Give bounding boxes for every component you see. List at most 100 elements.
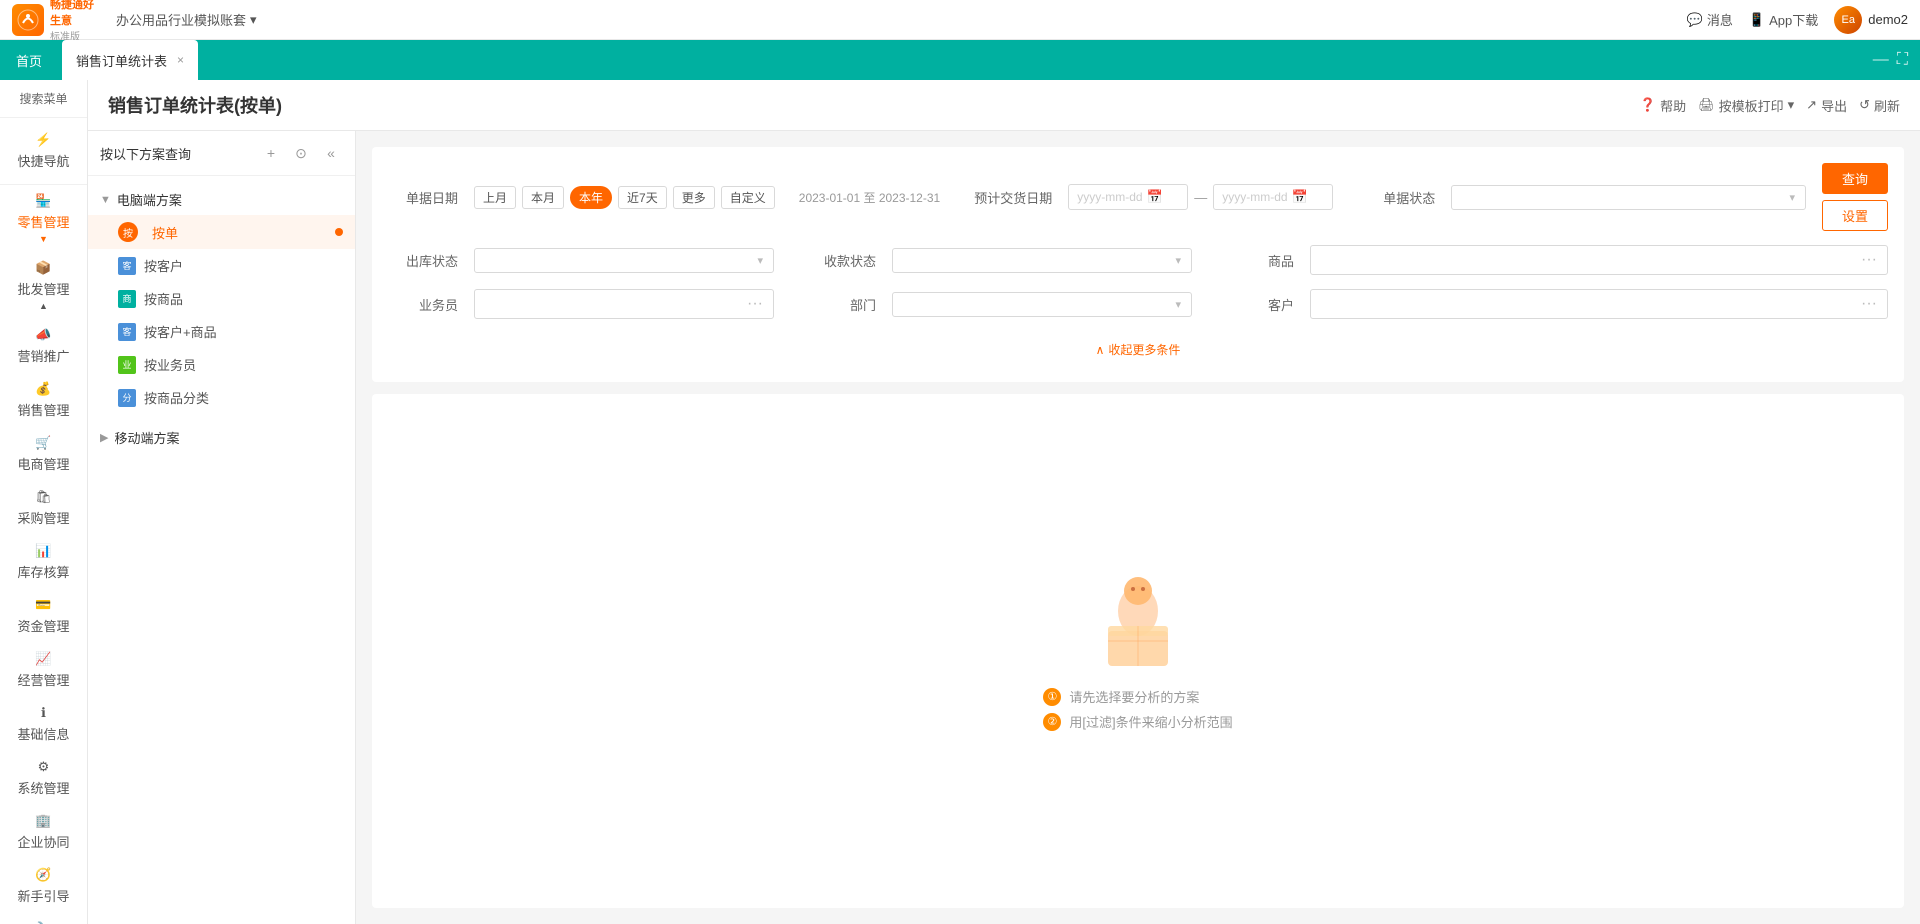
ecommerce-icon: 🛒 (35, 435, 51, 451)
query-button[interactable]: 查询 (1822, 163, 1888, 194)
user-name: demo2 (1868, 12, 1908, 27)
scheme-icon-by-order: 按 (118, 222, 138, 242)
sidebar-item-purchase[interactable]: 🛍 采购管理 (0, 481, 87, 535)
doc-date-label: 单据日期 (388, 188, 458, 207)
app-selector[interactable]: 办公用品行业模拟账套 ▾ (108, 6, 265, 33)
product-dropdown[interactable]: ··· (1310, 245, 1888, 275)
logo-main-text: 畅捷通好生意 (50, 0, 100, 28)
operations-label: 经营管理 (17, 670, 69, 689)
doc-status-dropdown[interactable]: ▾ (1451, 185, 1806, 210)
print-button[interactable]: 🖨 按模板打印 ▾ (1698, 96, 1794, 115)
logo-text-area: 畅捷通好生意 标准版 (50, 0, 100, 43)
mobile-scheme-group-header[interactable]: ▶ 移动端方案 (88, 422, 355, 453)
scheme-icon-by-product: 商 (118, 290, 136, 308)
purchase-icon: 🛍 (35, 489, 52, 505)
scheme-label-by-customer-product: 按客户+商品 (144, 322, 217, 341)
export-button[interactable]: ↗ 导出 (1806, 96, 1847, 115)
product-label: 商品 (1224, 251, 1294, 270)
customer-dropdown[interactable]: ··· (1310, 289, 1888, 319)
scheme-icon-by-salesperson: 业 (118, 356, 136, 374)
empty-illustration (1078, 571, 1198, 671)
left-panel: 按以下方案查询 + ⊙ « ▼ 电脑端方案 (88, 131, 356, 924)
sidebar-item-sales[interactable]: 💰 销售管理 (0, 373, 87, 427)
salesperson-dropdown[interactable]: ··· (474, 289, 774, 319)
refresh-button[interactable]: ↺ 刷新 (1859, 96, 1900, 115)
tab-sales-stat[interactable]: 销售订单统计表 × (62, 40, 198, 80)
out-status-arrow: ▾ (757, 254, 763, 267)
sidebar-search-label[interactable]: 搜索菜单 (19, 92, 67, 106)
date-btn-this-year[interactable]: 本年 (570, 186, 612, 209)
department-dropdown[interactable]: ▾ (892, 292, 1192, 317)
pc-scheme-group-header[interactable]: ▼ 电脑端方案 (88, 184, 355, 215)
wholesale-icon: 📦 (35, 260, 51, 276)
collapse-bar[interactable]: ∧ 收起更多条件 (388, 333, 1888, 366)
receipt-status-dropdown[interactable]: ▾ (892, 248, 1192, 273)
tab-minimize-button[interactable]: — (1873, 51, 1889, 69)
tab-close-icon[interactable]: × (177, 53, 184, 67)
tip-number-1: ① (1043, 688, 1061, 706)
scheme-label-by-product: 按商品 (144, 289, 183, 308)
sidebar-item-quicknav[interactable]: ⚡ 快捷导航 (0, 124, 87, 178)
date-btn-last7days[interactable]: 近7天 (618, 186, 667, 209)
newguide-icon: 🧭 (35, 867, 51, 883)
expected-date-start-input[interactable]: yyyy-mm-dd 📅 (1068, 184, 1188, 210)
sidebar-item-wholesale[interactable]: 📦 批发管理 ▲ (0, 252, 87, 319)
sidebar-item-retail[interactable]: 🏪 零售管理 ▼ (0, 185, 87, 252)
receipt-status-arrow: ▾ (1175, 254, 1181, 267)
scheme-item-by-category[interactable]: 分 按商品分类 (88, 381, 355, 414)
salesperson-ellipsis[interactable]: ··· (747, 295, 763, 313)
scheme-item-by-customer[interactable]: 客 按客户 (88, 249, 355, 282)
scheme-item-by-order[interactable]: 按 按单 (88, 215, 355, 249)
topbar-actions: 💬 消息 📱 App下载 Ea demo2 (1687, 6, 1908, 34)
sidebar-item-enterprise[interactable]: 🏢 企业协同 (0, 805, 87, 859)
sidebar-item-appcenter[interactable]: 🔧 应用中心 (0, 913, 87, 924)
date-btn-custom[interactable]: 自定义 (721, 186, 775, 209)
tab-maximize-button[interactable]: ⛶ (1897, 51, 1908, 69)
help-button[interactable]: ❓ 帮助 (1640, 96, 1686, 115)
scheme-item-by-customer-product[interactable]: 客 按客户+商品 (88, 315, 355, 348)
date-btn-this-month[interactable]: 本月 (522, 186, 564, 209)
sidebar-item-operations[interactable]: 📈 经营管理 (0, 643, 87, 697)
product-ellipsis[interactable]: ··· (1861, 251, 1877, 269)
scheme-icon-by-customer-product: 客 (118, 323, 136, 341)
tip-text-1: 请先选择要分析的方案 (1069, 687, 1199, 706)
date-btn-more[interactable]: 更多 (673, 186, 715, 209)
tab-home[interactable]: 首页 (0, 40, 58, 80)
date-btn-last-month[interactable]: 上月 (474, 186, 516, 209)
inventory-icon: 📊 (35, 543, 51, 559)
settings-button[interactable]: 设置 (1822, 200, 1888, 231)
sidebar-item-newguide[interactable]: 🧭 新手引导 (0, 859, 87, 913)
sidebar-item-basic[interactable]: ℹ 基础信息 (0, 697, 87, 751)
date-separator: — (1194, 190, 1207, 205)
sidebar-item-inventory[interactable]: 📊 库存核算 (0, 535, 87, 589)
sidebar-search[interactable]: 搜索菜单 (0, 80, 87, 118)
app-download-button[interactable]: 📱 App下载 (1749, 10, 1818, 29)
left-panel-title: 按以下方案查询 (100, 144, 191, 163)
scheme-item-by-product[interactable]: 商 按商品 (88, 282, 355, 315)
out-status-dropdown[interactable]: ▾ (474, 248, 774, 273)
sidebar-item-marketing[interactable]: 📣 营销推广 (0, 319, 87, 373)
add-scheme-button[interactable]: + (259, 141, 283, 165)
basic-label: 基础信息 (17, 724, 69, 743)
edit-scheme-button[interactable]: ⊙ (289, 141, 313, 165)
basic-icon: ℹ (41, 705, 46, 721)
sidebar-item-ecommerce[interactable]: 🛒 电商管理 (0, 427, 87, 481)
active-indicator (335, 228, 343, 236)
logo-icon (12, 4, 44, 36)
expected-date-end-input[interactable]: yyyy-mm-dd 📅 (1213, 184, 1333, 210)
sidebar-item-system[interactable]: ⚙ 系统管理 (0, 751, 87, 805)
scheme-item-by-salesperson[interactable]: 业 按业务员 (88, 348, 355, 381)
message-button[interactable]: 💬 消息 (1687, 10, 1733, 29)
user-area[interactable]: Ea demo2 (1834, 6, 1908, 34)
sidebar-item-finance[interactable]: 💳 资金管理 (0, 589, 87, 643)
sidebar-quick-nav: ⚡ 快捷导航 (0, 118, 87, 185)
ecommerce-label: 电商管理 (17, 454, 69, 473)
logo-area: 畅捷通好生意 标准版 (12, 0, 100, 43)
empty-tip-2: ② 用[过滤]条件来缩小分析范围 (1043, 712, 1232, 731)
pc-scheme-group: ▼ 电脑端方案 按 按单 客 按客户 (88, 176, 355, 422)
customer-ellipsis[interactable]: ··· (1861, 295, 1877, 313)
empty-tip-1: ① 请先选择要分析的方案 (1043, 687, 1232, 706)
avatar: Ea (1834, 6, 1862, 34)
refresh-label: 刷新 (1874, 96, 1900, 115)
collapse-panel-button[interactable]: « (319, 141, 343, 165)
